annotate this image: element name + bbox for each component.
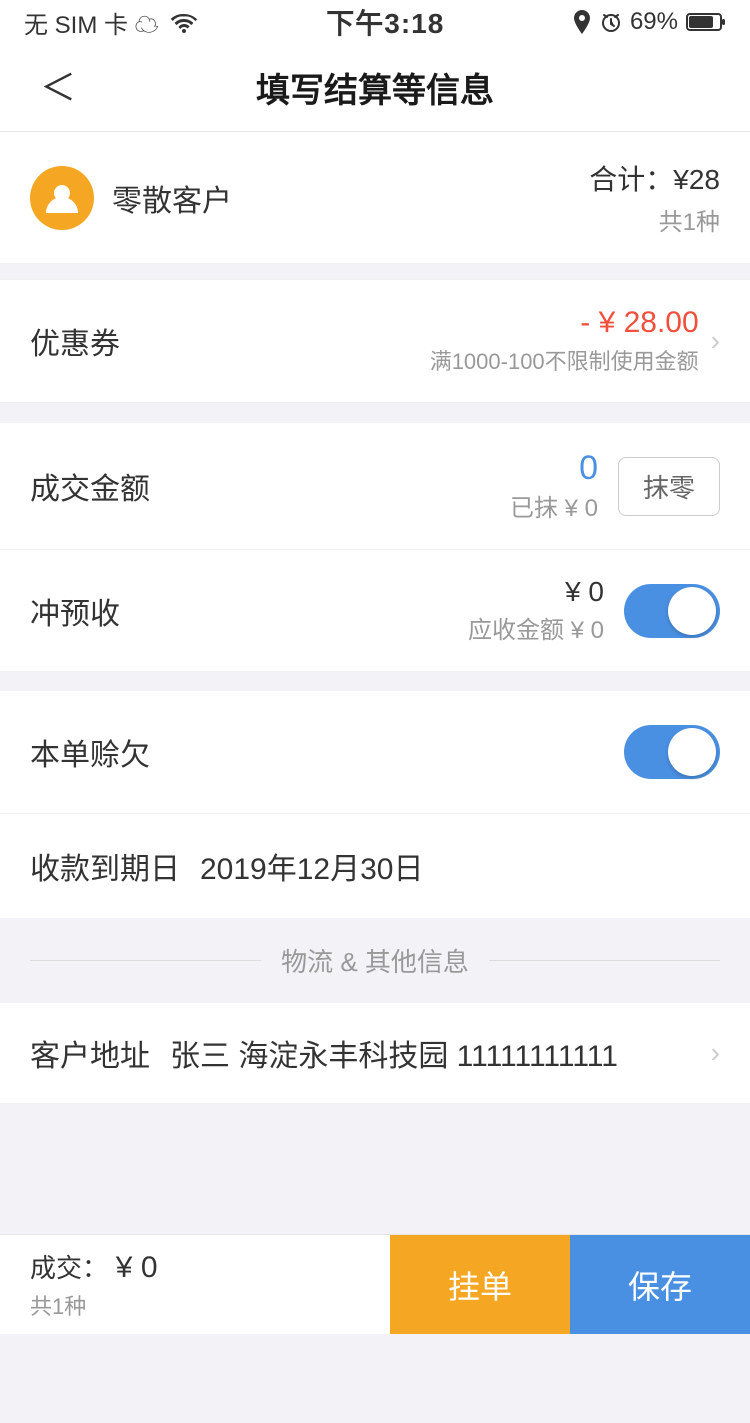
bottom-summary: 成交： ¥ 0 共1种 xyxy=(0,1235,390,1334)
due-date-value: 2019年12月30日 xyxy=(200,844,423,888)
advance-right: ¥ 0 应收金额 ¥ 0 xyxy=(468,576,720,645)
page-title: 填写结算等信息 xyxy=(256,63,494,112)
logistics-line-left xyxy=(30,960,261,961)
customer-right: 合计：¥28 共1种 xyxy=(589,158,720,237)
save-button[interactable]: 保存 xyxy=(570,1235,750,1334)
transaction-sub: 已抹 ¥ 0 xyxy=(510,488,598,523)
transaction-section: 成交金额 0 已抹 ¥ 0 抹零 冲预收 ¥ 0 应收金额 ¥ 0 xyxy=(0,423,750,671)
pending-button[interactable]: 挂单 xyxy=(390,1235,570,1334)
address-chevron-icon: › xyxy=(711,1037,720,1069)
debt-label: 本单赊欠 xyxy=(30,730,150,774)
customer-left: 零散客户 xyxy=(30,166,232,230)
customer-avatar xyxy=(30,166,94,230)
status-left: 无 SIM 卡 ☁ xyxy=(24,5,199,40)
logistics-divider: 物流 & 其他信息 xyxy=(0,918,750,1003)
due-date-label: 收款到期日 xyxy=(30,844,180,888)
logistics-label: 物流 & 其他信息 xyxy=(281,942,469,979)
coupon-amount: - ¥ 28.00 xyxy=(430,306,699,340)
debt-section: 本单赊欠 收款到期日 2019年12月30日 xyxy=(0,691,750,918)
coupon-section[interactable]: 优惠券 - ¥ 28.00 满1000-100不限制使用金额 › xyxy=(0,279,750,403)
advance-label: 冲预收 xyxy=(30,589,120,633)
bottom-bar: 成交： ¥ 0 共1种 挂单 保存 xyxy=(0,1234,750,1334)
logistics-line-right xyxy=(489,960,720,961)
address-value: 张三 海淀永丰科技园 11111111111 xyxy=(170,1031,711,1075)
location-icon xyxy=(572,10,592,34)
bottom-count: 共1种 xyxy=(30,1289,360,1321)
main-content: 零散客户 合计：¥28 共1种 优惠券 - ¥ 28.00 满1000-100不… xyxy=(0,132,750,1423)
customer-name: 零散客户 xyxy=(112,176,232,220)
due-date-row: 收款到期日 2019年12月30日 xyxy=(0,814,750,918)
debt-toggle-knob xyxy=(668,728,716,776)
address-label: 客户地址 xyxy=(30,1031,150,1075)
advance-info: ¥ 0 应收金额 ¥ 0 xyxy=(468,576,604,645)
section-divider-1 xyxy=(0,403,750,423)
round-button[interactable]: 抹零 xyxy=(618,457,720,516)
transaction-amount: 0 xyxy=(579,449,598,487)
coupon-desc: 满1000-100不限制使用金额 xyxy=(430,344,699,376)
customer-count: 共1种 xyxy=(589,202,720,237)
back-button[interactable]: ＜ xyxy=(30,60,86,116)
advance-toggle[interactable] xyxy=(624,584,720,638)
wifi-icon xyxy=(169,11,199,33)
debt-toggle[interactable] xyxy=(624,725,720,779)
status-bar: 无 SIM 卡 ☁ 下午3:18 69% xyxy=(0,0,750,44)
chevron-right-icon: › xyxy=(711,325,720,357)
avatar-icon xyxy=(43,179,81,217)
bottom-amount: ¥ 0 xyxy=(116,1251,158,1284)
bottom-label: 成交： xyxy=(30,1253,108,1283)
advance-sub: 应收金额 ¥ 0 xyxy=(468,610,604,645)
battery-text: 69% xyxy=(630,8,678,36)
no-sim-text: 无 SIM 卡 ☁ xyxy=(24,5,159,40)
transaction-row: 成交金额 0 已抹 ¥ 0 抹零 xyxy=(0,423,750,550)
advance-row: 冲预收 ¥ 0 应收金额 ¥ 0 xyxy=(0,550,750,671)
section-divider-2 xyxy=(0,671,750,691)
customer-total: 合计：¥28 xyxy=(589,158,720,198)
transaction-right: 0 已抹 ¥ 0 抹零 xyxy=(510,449,720,523)
nav-bar: ＜ 填写结算等信息 xyxy=(0,44,750,132)
customer-section: 零散客户 合计：¥28 共1种 xyxy=(0,132,750,263)
status-right: 69% xyxy=(572,8,726,36)
address-section[interactable]: 客户地址 张三 海淀永丰科技园 11111111111 › xyxy=(0,1003,750,1103)
alarm-icon xyxy=(600,11,622,33)
coupon-info: - ¥ 28.00 满1000-100不限制使用金额 xyxy=(430,306,699,376)
advance-amount: ¥ 0 xyxy=(468,576,604,608)
coupon-label: 优惠券 xyxy=(30,319,120,363)
bottom-summary-line: 成交： ¥ 0 xyxy=(30,1248,360,1285)
advance-toggle-knob xyxy=(668,587,716,635)
status-time: 下午3:18 xyxy=(326,2,444,42)
transaction-label: 成交金额 xyxy=(30,464,150,508)
coupon-right: - ¥ 28.00 满1000-100不限制使用金额 › xyxy=(430,306,720,376)
battery-icon xyxy=(686,12,726,32)
debt-row: 本单赊欠 xyxy=(0,691,750,814)
